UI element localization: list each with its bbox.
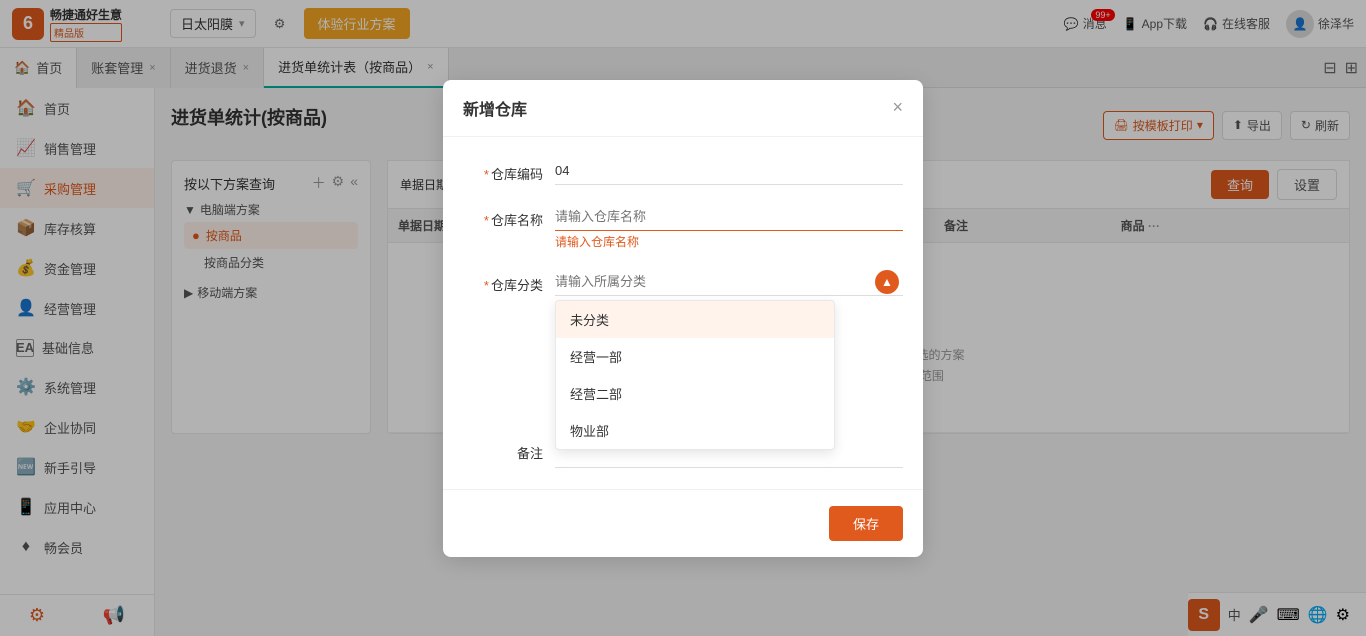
form-row-category: *仓库分类 ▲ 未分类 经营一部 经营二部 物业部 (463, 268, 903, 296)
name-input[interactable] (555, 203, 903, 231)
dropdown-toggle-icon[interactable]: ▲ (875, 270, 899, 294)
name-control: 请输入仓库名称 (555, 203, 903, 250)
category-input[interactable] (555, 268, 903, 296)
dropdown-option-dept3[interactable]: 物业部 (556, 412, 834, 449)
category-label: *仓库分类 (463, 268, 543, 294)
name-label: *仓库名称 (463, 203, 543, 229)
code-input[interactable] (555, 157, 903, 185)
category-control: ▲ 未分类 经营一部 经营二部 物业部 (555, 268, 903, 296)
modal-overlay: 新增仓库 × *仓库编码 *仓库名称 请输入仓库名称 (0, 0, 1366, 636)
modal-title: 新增仓库 (463, 96, 527, 120)
dropdown-option-dept2[interactable]: 经营二部 (556, 375, 834, 412)
name-error-msg: 请输入仓库名称 (555, 233, 903, 250)
code-control (555, 157, 903, 185)
save-button[interactable]: 保存 (829, 506, 903, 541)
form-row-name: *仓库名称 请输入仓库名称 (463, 203, 903, 250)
form-row-code: *仓库编码 (463, 157, 903, 185)
modal-body: *仓库编码 *仓库名称 请输入仓库名称 *仓库分类 (443, 137, 923, 471)
dropdown-option-dept1[interactable]: 经营一部 (556, 338, 834, 375)
modal-header: 新增仓库 × (443, 80, 923, 137)
modal-footer: 保存 (443, 489, 923, 557)
add-warehouse-modal: 新增仓库 × *仓库编码 *仓库名称 请输入仓库名称 (443, 80, 923, 557)
category-dropdown-list: 未分类 经营一部 经营二部 物业部 (555, 300, 835, 450)
modal-close-icon[interactable]: × (892, 97, 903, 118)
dropdown-option-unclassified[interactable]: 未分类 (556, 301, 834, 338)
note-label: 备注 (463, 436, 543, 462)
code-label: *仓库编码 (463, 157, 543, 183)
